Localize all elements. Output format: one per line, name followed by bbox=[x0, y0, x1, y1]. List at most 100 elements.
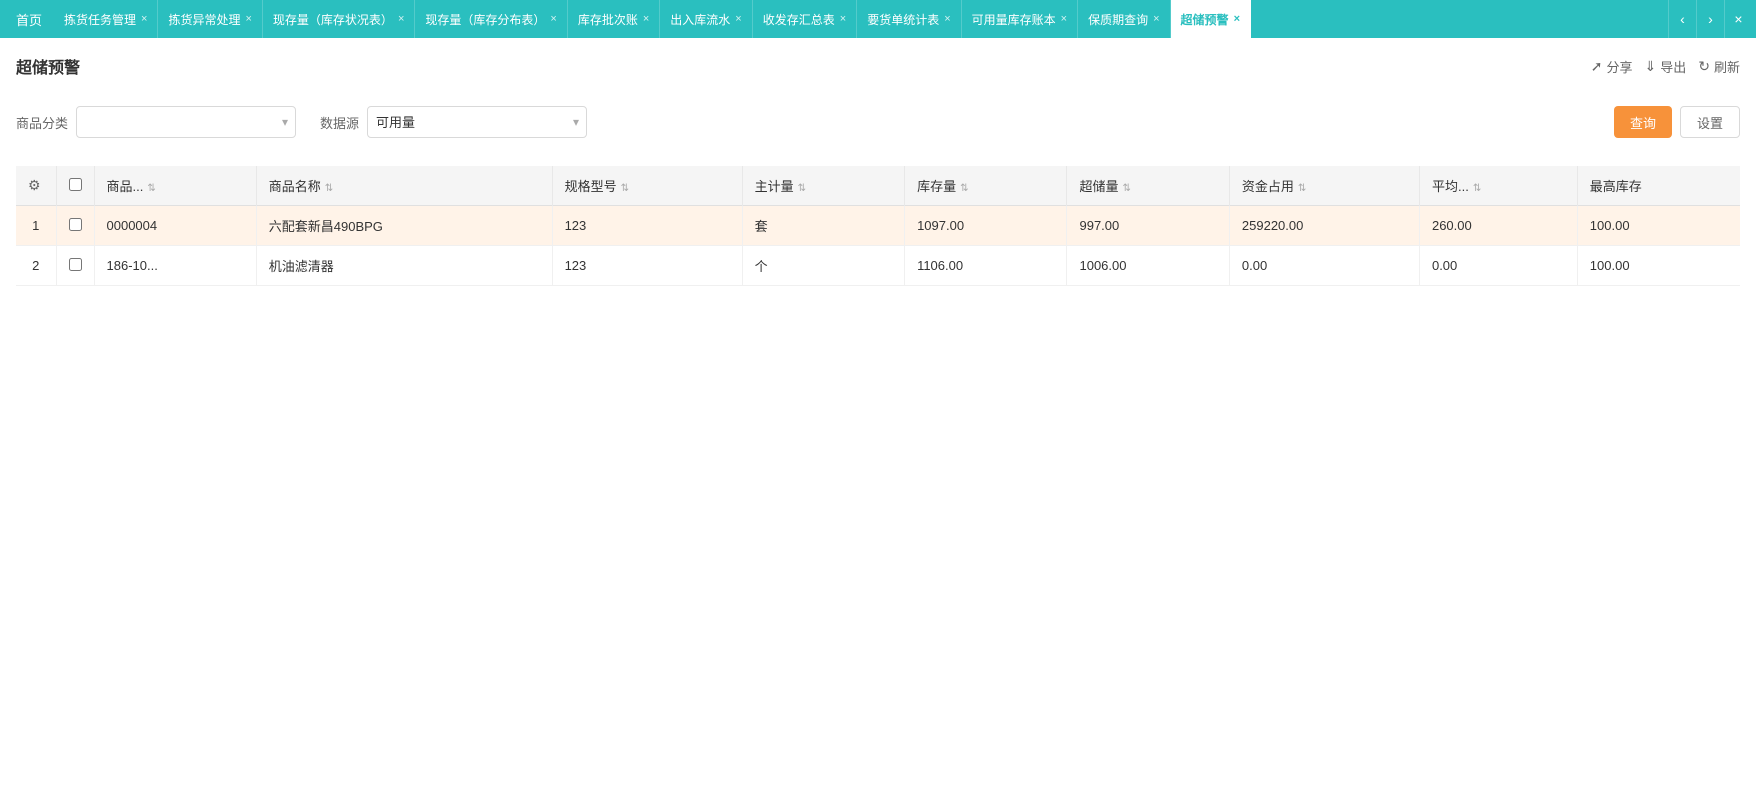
tab-label: 要货单统计表 bbox=[867, 11, 939, 28]
home-nav-item[interactable]: 首页 bbox=[4, 0, 54, 38]
row-capital: 259220.00 bbox=[1229, 206, 1419, 246]
row-unit: 套 bbox=[742, 206, 904, 246]
tab-close-icon[interactable]: × bbox=[840, 13, 846, 25]
tab-close-icon[interactable]: × bbox=[1061, 13, 1067, 25]
col-header-product-name[interactable]: 商品名称⇅ bbox=[256, 166, 552, 206]
table-body: 1 0000004 六配套新昌490BPG 123 套 1097.00 997.… bbox=[16, 206, 1740, 286]
nav-close-arrow[interactable]: × bbox=[1724, 0, 1752, 38]
row-stock: 1106.00 bbox=[905, 246, 1067, 286]
datasource-select[interactable]: 可用量 库存量 bbox=[367, 106, 587, 138]
tab-stock-status[interactable]: 现存量（库存状况表） × bbox=[263, 0, 415, 38]
tab-label: 现存量（库存状况表） bbox=[273, 11, 393, 28]
tab-stock-dist[interactable]: 现存量（库存分布表） × bbox=[415, 0, 567, 38]
row-max-stock: 100.00 bbox=[1577, 206, 1740, 246]
tab-label: 库存批次账 bbox=[578, 11, 638, 28]
row-checkbox[interactable] bbox=[69, 258, 82, 271]
tab-label: 现存量（库存分布表） bbox=[425, 11, 545, 28]
tab-close-icon[interactable]: × bbox=[735, 13, 741, 25]
col-header-capital[interactable]: 资金占用⇅ bbox=[1229, 166, 1419, 206]
nav-arrows: ‹ › × bbox=[1668, 0, 1752, 38]
tab-label: 拣货异常处理 bbox=[168, 11, 240, 28]
tab-stock-batch[interactable]: 库存批次账 × bbox=[568, 0, 660, 38]
col-header-spec[interactable]: 规格型号⇅ bbox=[552, 166, 742, 206]
col-header-overstock[interactable]: 超储量⇅ bbox=[1067, 166, 1229, 206]
page-header: 超储预警 ➚ 分享 ⇓ 导出 ↻ 刷新 bbox=[16, 54, 1740, 78]
row-spec: 123 bbox=[552, 246, 742, 286]
row-max-stock: 100.00 bbox=[1577, 246, 1740, 286]
export-button[interactable]: ⇓ 导出 bbox=[1645, 57, 1687, 76]
datasource-label: 数据源 bbox=[320, 113, 359, 132]
tab-close-icon[interactable]: × bbox=[643, 13, 649, 25]
row-product-name: 六配套新昌490BPG bbox=[256, 206, 552, 246]
tab-pick-task-mgmt[interactable]: 拣货任务管理 × bbox=[54, 0, 158, 38]
sort-icon: ⇅ bbox=[147, 183, 155, 194]
gear-icon[interactable]: ⚙ bbox=[28, 177, 41, 193]
tab-available-ledger[interactable]: 可用量库存账本 × bbox=[962, 0, 1078, 38]
tab-order-stats[interactable]: 要货单统计表 × bbox=[857, 0, 961, 38]
row-avg: 260.00 bbox=[1419, 206, 1577, 246]
tab-close-icon[interactable]: × bbox=[398, 13, 404, 25]
col-header-settings: ⚙ bbox=[16, 166, 56, 206]
tab-close-icon[interactable]: × bbox=[245, 13, 251, 25]
col-header-checkbox bbox=[56, 166, 94, 206]
home-label: 首页 bbox=[16, 10, 42, 29]
nav-prev-arrow[interactable]: ‹ bbox=[1668, 0, 1696, 38]
col-header-avg[interactable]: 平均...⇅ bbox=[1419, 166, 1577, 206]
col-header-stock[interactable]: 库存量⇅ bbox=[905, 166, 1067, 206]
row-checkbox[interactable] bbox=[69, 218, 82, 231]
col-header-unit[interactable]: 主计量⇅ bbox=[742, 166, 904, 206]
table-row: 2 186-10... 机油滤清器 123 个 1106.00 1006.00 … bbox=[16, 246, 1740, 286]
sort-icon: ⇅ bbox=[325, 183, 333, 194]
sort-icon: ⇅ bbox=[1123, 183, 1131, 194]
row-checkbox-cell bbox=[56, 206, 94, 246]
header-actions: ➚ 分享 ⇓ 导出 ↻ 刷新 bbox=[1591, 57, 1740, 76]
row-product-name: 机油滤清器 bbox=[256, 246, 552, 286]
row-spec: 123 bbox=[552, 206, 742, 246]
tab-inout-flow[interactable]: 出入库流水 × bbox=[660, 0, 752, 38]
tab-close-icon[interactable]: × bbox=[1234, 13, 1240, 25]
tab-shelf-life[interactable]: 保质期查询 × bbox=[1078, 0, 1170, 38]
sort-icon: ⇅ bbox=[798, 183, 806, 194]
tab-receive-summary[interactable]: 收发存汇总表 × bbox=[753, 0, 857, 38]
refresh-label: 刷新 bbox=[1714, 57, 1740, 76]
tab-close-icon[interactable]: × bbox=[550, 13, 556, 25]
table-header-row: ⚙ 商品...⇅ 商品名称⇅ 规格型号⇅ 主计量⇅ bbox=[16, 166, 1740, 206]
row-product-code: 0000004 bbox=[94, 206, 256, 246]
filter-area: 商品分类 ▾ 数据源 可用量 库存量 ▾ 查询 设置 bbox=[16, 94, 1740, 150]
col-header-product-code[interactable]: 商品...⇅ bbox=[94, 166, 256, 206]
export-icon: ⇓ bbox=[1645, 58, 1657, 75]
nav-next-arrow[interactable]: › bbox=[1696, 0, 1724, 38]
row-num: 2 bbox=[16, 246, 56, 286]
filter-actions: 查询 设置 bbox=[1614, 106, 1740, 138]
share-button[interactable]: ➚ 分享 bbox=[1591, 57, 1633, 76]
tab-label: 超储预警 bbox=[1181, 11, 1229, 28]
refresh-button[interactable]: ↻ 刷新 bbox=[1698, 57, 1740, 76]
tab-label: 可用量库存账本 bbox=[972, 11, 1056, 28]
data-table: ⚙ 商品...⇅ 商品名称⇅ 规格型号⇅ 主计量⇅ bbox=[16, 166, 1740, 286]
top-navigation: 首页 拣货任务管理 × 拣货异常处理 × 现存量（库存状况表） × 现存量（库存… bbox=[0, 0, 1756, 38]
row-capital: 0.00 bbox=[1229, 246, 1419, 286]
col-header-max-stock[interactable]: 最高库存 bbox=[1577, 166, 1740, 206]
row-num: 1 bbox=[16, 206, 56, 246]
category-label: 商品分类 bbox=[16, 113, 68, 132]
tab-close-icon[interactable]: × bbox=[1153, 13, 1159, 25]
sort-icon: ⇅ bbox=[960, 183, 968, 194]
refresh-icon: ↻ bbox=[1698, 58, 1710, 75]
tab-overstock-warning[interactable]: 超储预警 × bbox=[1171, 0, 1251, 38]
settings-button[interactable]: 设置 bbox=[1680, 106, 1740, 138]
page-container: 超储预警 ➚ 分享 ⇓ 导出 ↻ 刷新 商品分类 ▾ bbox=[0, 38, 1756, 800]
category-filter-group: 商品分类 ▾ bbox=[16, 106, 296, 138]
tab-close-icon[interactable]: × bbox=[141, 13, 147, 25]
export-label: 导出 bbox=[1660, 57, 1686, 76]
query-button[interactable]: 查询 bbox=[1614, 106, 1672, 138]
category-select[interactable] bbox=[76, 106, 296, 138]
sort-icon: ⇅ bbox=[1473, 183, 1481, 194]
tab-label: 收发存汇总表 bbox=[763, 11, 835, 28]
sort-icon: ⇅ bbox=[1298, 183, 1306, 194]
tab-label: 出入库流水 bbox=[670, 11, 730, 28]
tab-pick-exception[interactable]: 拣货异常处理 × bbox=[158, 0, 262, 38]
row-product-code: 186-10... bbox=[94, 246, 256, 286]
tab-label: 保质期查询 bbox=[1088, 11, 1148, 28]
select-all-checkbox[interactable] bbox=[69, 178, 82, 191]
tab-close-icon[interactable]: × bbox=[944, 13, 950, 25]
